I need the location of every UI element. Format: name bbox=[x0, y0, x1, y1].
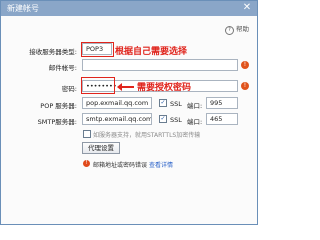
new-account-dialog: 新建帐号 ✕ ? 帮助 接收服务器类型: POP3 根据自己需要选择 邮件帐号: … bbox=[0, 0, 258, 225]
server-type-label: 接收服务器类型: bbox=[29, 48, 77, 56]
smtp-server-input[interactable]: smtp.exmail.qq.com bbox=[82, 113, 152, 125]
annotation-need-auth-code: 需要授权密码 bbox=[137, 83, 192, 93]
smtp-port-value: 465 bbox=[210, 115, 223, 123]
pop-port-input[interactable]: 995 bbox=[206, 97, 238, 109]
pop-server-label: POP 服务器: bbox=[40, 102, 77, 110]
pop-port-value: 995 bbox=[210, 99, 223, 107]
highlight-box-server-type bbox=[81, 42, 114, 57]
email-error-icon: ! bbox=[241, 61, 249, 69]
error-message: 邮箱地址或密码错误 查看详情 bbox=[93, 160, 173, 169]
starttls-checkbox[interactable] bbox=[83, 130, 91, 138]
proxy-settings-button[interactable]: 代理设置 bbox=[82, 142, 120, 154]
pop-server-input[interactable]: pop.exmail.qq.com bbox=[82, 97, 152, 109]
smtp-port-label: 端口: bbox=[187, 118, 203, 126]
help-icon: ? bbox=[225, 26, 234, 35]
smtp-ssl-checkbox[interactable]: ✓ bbox=[159, 115, 167, 123]
smtp-server-label: SMTP服务器: bbox=[37, 118, 77, 126]
password-label: 密码: bbox=[61, 85, 77, 93]
smtp-server-value: smtp.exmail.qq.com bbox=[86, 115, 152, 123]
arrow-icon bbox=[117, 83, 134, 91]
email-input[interactable] bbox=[82, 59, 238, 71]
smtp-ssl-label: SSL bbox=[170, 116, 182, 124]
dialog-title: 新建帐号 bbox=[7, 4, 39, 13]
help-link[interactable]: ? 帮助 bbox=[225, 23, 249, 35]
error-text: 邮箱地址或密码错误 bbox=[93, 162, 148, 169]
error-icon: ! bbox=[83, 160, 90, 167]
help-label: 帮助 bbox=[236, 25, 249, 33]
password-error-icon: ! bbox=[241, 82, 249, 90]
pop-port-label: 端口: bbox=[187, 102, 203, 110]
smtp-port-input[interactable]: 465 bbox=[206, 113, 238, 125]
pop-ssl-label: SSL bbox=[170, 100, 182, 108]
starttls-label: 如服务器支持，就用STARTTLS加密传输 bbox=[93, 132, 201, 139]
email-label: 邮件帐号: bbox=[48, 64, 77, 72]
pop-server-value: pop.exmail.qq.com bbox=[86, 99, 149, 107]
title-bar: 新建帐号 ✕ bbox=[1, 1, 257, 16]
error-details-link[interactable]: 查看详情 bbox=[149, 162, 173, 169]
close-icon[interactable]: ✕ bbox=[240, 2, 254, 14]
annotation-select-by-need: 根据自己需要选择 bbox=[115, 47, 188, 57]
pop-ssl-checkbox[interactable]: ✓ bbox=[159, 99, 167, 107]
highlight-box-password bbox=[81, 77, 115, 94]
